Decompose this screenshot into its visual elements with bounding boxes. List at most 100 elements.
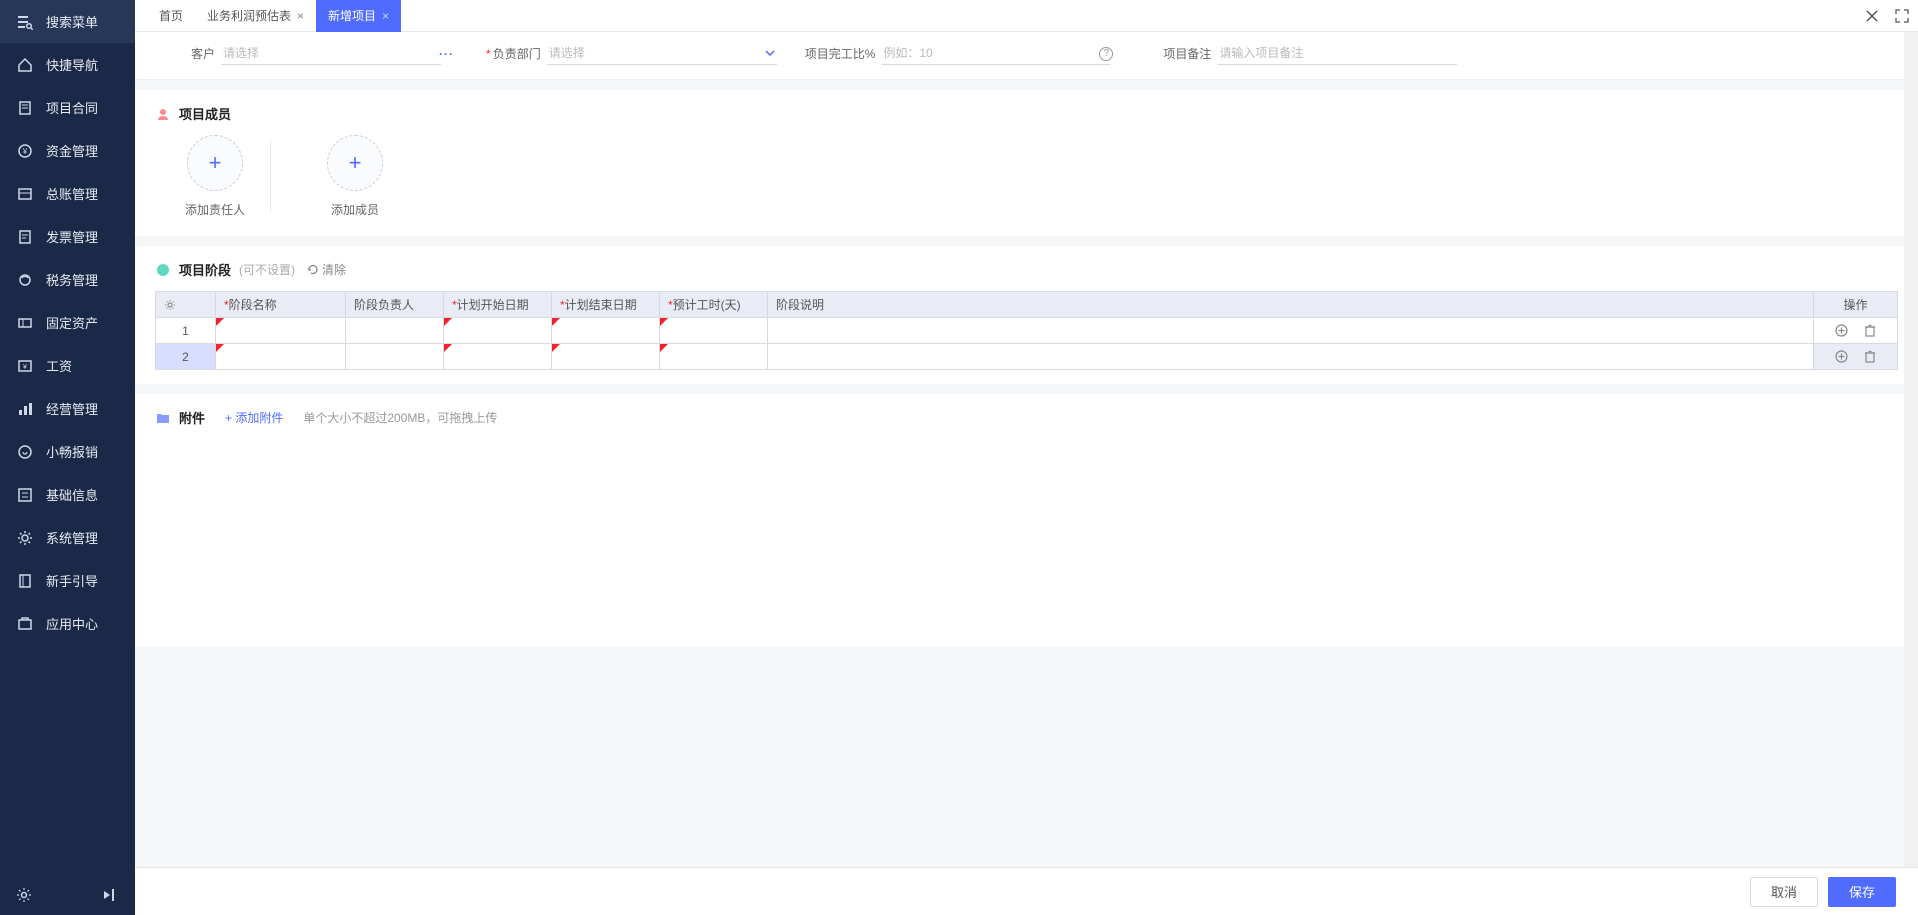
cancel-button[interactable]: 取消 — [1750, 877, 1818, 907]
cell-est-hours[interactable] — [660, 344, 768, 370]
tab-label: 新增项目 — [328, 7, 376, 24]
sidebar-item-label: 快捷导航 — [46, 55, 98, 74]
doc-icon — [16, 99, 34, 117]
add-member-button[interactable]: + — [327, 135, 383, 191]
phases-icon — [155, 262, 171, 278]
sidebar-item-label: 小畅报销 — [46, 442, 98, 461]
attachment-section: 附件 + 添加附件 单个大小不超过200MB，可拖拽上传 — [135, 394, 1918, 647]
fullscreen-icon[interactable] — [1894, 8, 1910, 24]
sidebar-item-invoice[interactable]: 发票管理 — [0, 215, 135, 258]
members-section: 项目成员 + 添加责任人 + 添加成员 — [135, 90, 1918, 236]
col-est-hours: *预计工时(天) — [660, 292, 768, 318]
gear-column-header[interactable] — [156, 292, 216, 318]
row-index: 2 — [156, 344, 216, 370]
cell-ops — [1814, 318, 1898, 344]
sidebar-item-ledger[interactable]: 总账管理 — [0, 172, 135, 215]
tab-profit-estimate[interactable]: 业务利润预估表 × — [195, 0, 316, 32]
cell-est-hours[interactable] — [660, 318, 768, 344]
tab-home[interactable]: 首页 — [147, 0, 195, 32]
sidebar-item-operation[interactable]: 经营管理 — [0, 387, 135, 430]
cell-plan-end[interactable] — [552, 344, 660, 370]
sidebar-item-quick-nav[interactable]: 快捷导航 — [0, 43, 135, 86]
settings-icon[interactable] — [16, 887, 34, 905]
add-owner-button[interactable]: + — [187, 135, 243, 191]
footer-bar: 取消 保存 — [135, 867, 1918, 915]
cell-phase-desc[interactable] — [768, 318, 1814, 344]
delete-row-icon[interactable] — [1863, 324, 1877, 338]
tax-icon — [16, 271, 34, 289]
add-row-icon[interactable] — [1835, 350, 1849, 364]
col-phase-owner: 阶段负责人 — [346, 292, 444, 318]
invoice-icon — [16, 228, 34, 246]
scrollbar[interactable] — [1904, 32, 1918, 867]
cell-phase-name[interactable] — [216, 344, 346, 370]
table-row[interactable]: 2 — [156, 344, 1898, 370]
cell-plan-end[interactable] — [552, 318, 660, 344]
sidebar-item-tax[interactable]: 税务管理 — [0, 258, 135, 301]
close-icon[interactable]: × — [382, 9, 389, 23]
sidebar-item-label: 税务管理 — [46, 270, 98, 289]
collapse-sidebar-icon[interactable] — [101, 887, 119, 905]
manage-icon — [16, 400, 34, 418]
svg-text:¥: ¥ — [22, 147, 28, 156]
sidebar-item-reimburse[interactable]: 小畅报销 — [0, 430, 135, 473]
attachment-note: 单个大小不超过200MB，可拖拽上传 — [303, 409, 497, 426]
tab-bar: 首页 业务利润预估表 × 新增项目 × — [135, 0, 1918, 32]
salary-icon: ¥ — [16, 357, 34, 375]
phases-table: *阶段名称 阶段负责人 *计划开始日期 *计划结束日期 *预计工时(天) 阶段说… — [155, 291, 1898, 370]
folder-icon — [155, 410, 171, 426]
cell-phase-owner[interactable] — [346, 318, 444, 344]
appcenter-icon — [16, 615, 34, 633]
sidebar-item-label: 项目合同 — [46, 98, 98, 117]
cell-plan-start[interactable] — [444, 318, 552, 344]
cell-phase-name[interactable] — [216, 318, 346, 344]
cell-ops — [1814, 344, 1898, 370]
sidebar-item-fund[interactable]: ¥ 资金管理 — [0, 129, 135, 172]
table-row[interactable]: 1 — [156, 318, 1898, 344]
progress-label: 项目完工比% — [805, 45, 876, 62]
delete-row-icon[interactable] — [1863, 350, 1877, 364]
remark-input[interactable] — [1217, 42, 1457, 65]
sidebar-item-salary[interactable]: ¥ 工资 — [0, 344, 135, 387]
close-icon[interactable]: × — [297, 9, 304, 23]
sidebar-item-guide[interactable]: 新手引导 — [0, 559, 135, 602]
tab-label: 业务利润预估表 — [207, 7, 291, 24]
tab-new-project[interactable]: 新增项目 × — [316, 0, 401, 32]
sidebar-item-label: 新手引导 — [46, 571, 98, 590]
sidebar-item-label: 应用中心 — [46, 614, 98, 633]
add-owner-label: 添加责任人 — [185, 201, 245, 218]
save-button[interactable]: 保存 — [1828, 877, 1896, 907]
col-ops: 操作 — [1814, 292, 1898, 318]
add-attachment-button[interactable]: + 添加附件 — [225, 409, 283, 426]
home-icon — [16, 56, 34, 74]
ledger-icon — [16, 185, 34, 203]
sidebar-item-asset[interactable]: 固定资产 — [0, 301, 135, 344]
more-options-icon[interactable]: ··· — [439, 47, 454, 61]
sidebar-item-system[interactable]: 系统管理 — [0, 516, 135, 559]
customer-select[interactable] — [221, 42, 441, 65]
sidebar-item-label: 资金管理 — [46, 141, 98, 160]
sidebar-item-search-menu[interactable]: 搜索菜单 — [0, 0, 135, 43]
sidebar-item-baseinfo[interactable]: 基础信息 — [0, 473, 135, 516]
sidebar-item-project-contract[interactable]: 项目合同 — [0, 86, 135, 129]
sidebar-item-label: 搜索菜单 — [46, 12, 98, 31]
sidebar-item-appcenter[interactable]: 应用中心 — [0, 602, 135, 645]
cell-phase-owner[interactable] — [346, 344, 444, 370]
attachment-title: 附件 — [179, 408, 205, 427]
help-icon[interactable]: ? — [1099, 47, 1113, 61]
close-panel-icon[interactable] — [1864, 8, 1880, 24]
progress-input[interactable] — [881, 42, 1111, 65]
sidebar: 搜索菜单 快捷导航 项目合同 ¥ 资金管理 总账管理 发票管理 税务管理 固定资 — [0, 0, 135, 915]
cell-plan-start[interactable] — [444, 344, 552, 370]
sidebar-item-label: 经营管理 — [46, 399, 98, 418]
phases-title: 项目阶段 — [179, 260, 231, 279]
add-row-icon[interactable] — [1835, 324, 1849, 338]
dept-select[interactable] — [547, 42, 777, 65]
clear-phases-button[interactable]: 清除 — [307, 261, 346, 278]
members-icon — [155, 106, 171, 122]
content-scroll[interactable]: 客户 ··· 负责部门 项目完工比% ? — [135, 32, 1918, 867]
customer-label: 客户 — [191, 45, 215, 62]
cell-phase-desc[interactable] — [768, 344, 1814, 370]
col-plan-start: *计划开始日期 — [444, 292, 552, 318]
col-phase-name: *阶段名称 — [216, 292, 346, 318]
